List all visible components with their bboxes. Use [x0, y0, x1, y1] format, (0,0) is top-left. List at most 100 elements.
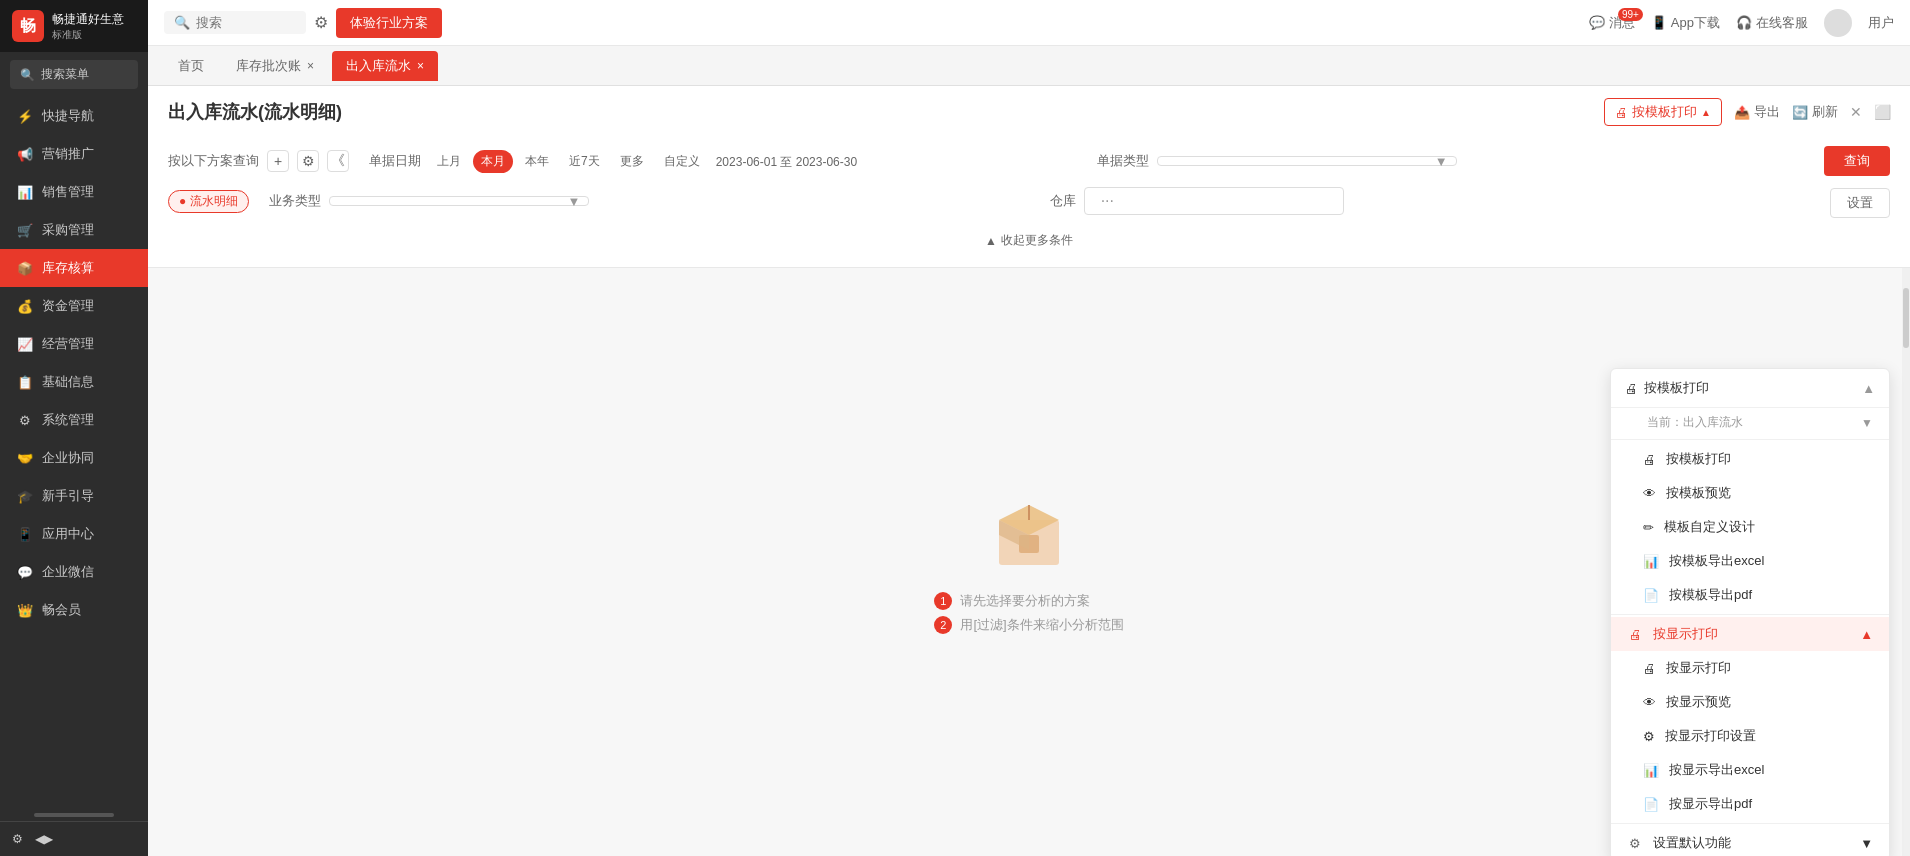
display-print-icon: 🖨 — [1643, 661, 1656, 676]
date-btn-this-month[interactable]: 本月 — [473, 150, 513, 173]
sidebar-item-enterprise[interactable]: 🤝 企业协同 — [0, 439, 148, 477]
settings-condition-btn[interactable]: ⚙ — [297, 150, 319, 172]
collapse-label: 收起更多条件 — [1001, 232, 1073, 249]
sales-icon: 📊 — [16, 183, 34, 201]
sidebar-item-finance[interactable]: 💰 资金管理 — [0, 287, 148, 325]
date-btn-7days[interactable]: 近7天 — [561, 150, 608, 173]
customer-service-btn[interactable]: 🎧 在线客服 — [1736, 14, 1808, 32]
collapse-sidebar-btn[interactable]: ◀▶ — [35, 832, 53, 846]
nav-label-basic: 基础信息 — [42, 373, 94, 391]
sidebar-item-system[interactable]: ⚙ 系统管理 — [0, 401, 148, 439]
industry-solution-btn[interactable]: 体验行业方案 — [336, 8, 442, 38]
business-type-select[interactable]: ▼ — [329, 196, 589, 206]
type-select[interactable]: ▼ — [1157, 156, 1457, 166]
empty-illustration — [984, 490, 1074, 580]
sidebar-item-marketing[interactable]: 📢 营销推广 — [0, 135, 148, 173]
dropdown-item-template-design[interactable]: ✏ 模板自定义设计 — [1611, 510, 1889, 544]
sidebar-search-wrapper[interactable]: 🔍 搜索菜单 — [0, 52, 148, 97]
window-close-btn[interactable]: ✕ — [1850, 104, 1866, 120]
sidebar-item-sales[interactable]: 📊 销售管理 — [0, 173, 148, 211]
tab-batch-close[interactable]: × — [307, 59, 314, 73]
set-button[interactable]: 设置 — [1830, 188, 1890, 218]
date-field-group: 单据日期 上月 本月 本年 近7天 更多 自定义 2023-06-01 至 20… — [369, 150, 1077, 173]
dropdown-display-header[interactable]: 🖨 按显示打印 ▲ — [1611, 617, 1889, 651]
tab-flow-close[interactable]: × — [417, 59, 424, 73]
step-num-2: 2 — [934, 616, 952, 634]
tab-inventory-flow[interactable]: 出入库流水 × — [332, 51, 438, 81]
sidebar-item-basic[interactable]: 📋 基础信息 — [0, 363, 148, 401]
topbar-search-box[interactable]: 🔍 — [164, 11, 306, 34]
template-print-label: 按模板打印 — [1666, 450, 1731, 468]
notification-btn[interactable]: 💬 消息 99+ — [1589, 14, 1635, 32]
sidebar-item-inventory[interactable]: 📦 库存核算 — [0, 249, 148, 287]
dropdown-item-display-excel[interactable]: 📊 按显示导出excel — [1611, 753, 1889, 787]
dropdown-item-template-pdf[interactable]: 📄 按模板导出pdf — [1611, 578, 1889, 612]
sidebar-item-operations[interactable]: 📈 经营管理 — [0, 325, 148, 363]
warehouse-label: 仓库 — [1050, 192, 1076, 210]
settings-bottom-btn[interactable]: ⚙ — [12, 832, 23, 846]
warehouse-more-btn[interactable]: ··· — [1101, 192, 1114, 210]
print-template-btn[interactable]: 🖨 按模板打印 ▲ — [1604, 98, 1722, 126]
date-btn-more[interactable]: 更多 — [612, 150, 652, 173]
member-icon: 👑 — [16, 601, 34, 619]
collapse-condition-btn[interactable]: 《 — [327, 150, 349, 172]
phone-icon: 📱 — [1651, 15, 1667, 30]
display-print-label: 按显示打印 — [1666, 659, 1731, 677]
sidebar-item-member[interactable]: 👑 畅会员 — [0, 591, 148, 629]
type-select-arrow: ▼ — [1435, 154, 1448, 169]
active-tag[interactable]: ● 流水明细 — [168, 190, 249, 213]
query-button[interactable]: 查询 — [1824, 146, 1890, 176]
scrollbar-thumb — [1903, 288, 1909, 348]
dropdown-item-default-settings[interactable]: ⚙ 设置默认功能 ▼ — [1611, 826, 1889, 856]
default-settings-label: 设置默认功能 — [1653, 834, 1731, 852]
refresh-label: 刷新 — [1812, 103, 1838, 121]
nav-label-purchase: 采购管理 — [42, 221, 94, 239]
nav-label-marketing: 营销推广 — [42, 145, 94, 163]
topbar-search-input[interactable] — [196, 15, 296, 30]
sidebar-item-purchase[interactable]: 🛒 采购管理 — [0, 211, 148, 249]
display-settings-icon: ⚙ — [1643, 729, 1655, 744]
notification-badge: 99+ — [1618, 8, 1643, 21]
app-download-btn[interactable]: 📱 App下载 — [1651, 14, 1720, 32]
topbar-gear-btn[interactable]: ⚙ — [314, 13, 328, 32]
collapse-more-btn[interactable]: ▲ 收起更多条件 — [985, 232, 1073, 249]
dropdown-up-arrow[interactable]: ▲ — [1862, 381, 1875, 396]
display-header-arrow: ▲ — [1860, 627, 1873, 642]
template-pdf-icon: 📄 — [1643, 588, 1659, 603]
dropdown-item-display-preview[interactable]: 👁 按显示预览 — [1611, 685, 1889, 719]
template-design-label: 模板自定义设计 — [1664, 518, 1755, 536]
export-btn[interactable]: 📤 导出 — [1734, 103, 1780, 121]
sidebar-item-shortcut[interactable]: ⚡ 快捷导航 — [0, 97, 148, 135]
date-btn-this-year[interactable]: 本年 — [517, 150, 557, 173]
refresh-btn[interactable]: 🔄 刷新 — [1792, 103, 1838, 121]
content-area: 1 请先选择要分析的方案 2 用[过滤]条件来缩小分析范围 🖨 按模板打印 ▲ — [148, 268, 1910, 856]
sidebar-item-guide[interactable]: 🎓 新手引导 — [0, 477, 148, 515]
dropdown-item-display-pdf[interactable]: 📄 按显示导出pdf — [1611, 787, 1889, 821]
tab-batch-account[interactable]: 库存批次账 × — [222, 51, 328, 81]
add-condition-btn[interactable]: + — [267, 150, 289, 172]
dropdown-item-template-print[interactable]: 🖨 按模板打印 — [1611, 442, 1889, 476]
operations-icon: 📈 — [16, 335, 34, 353]
sidebar-item-wechat[interactable]: 💬 企业微信 — [0, 553, 148, 591]
page-header: 出入库流水(流水明细) 🖨 按模板打印 ▲ 📤 导出 🔄 刷新 ✕ — [148, 86, 1910, 134]
right-scrollbar[interactable] — [1902, 268, 1910, 856]
tab-home[interactable]: 首页 — [164, 51, 218, 81]
business-type-label: 业务类型 — [269, 192, 321, 210]
dropdown-item-template-preview[interactable]: 👁 按模板预览 — [1611, 476, 1889, 510]
template-preview-label: 按模板预览 — [1666, 484, 1731, 502]
export-icon: 📤 — [1734, 105, 1750, 120]
set-btns: 设置 — [1830, 184, 1890, 218]
search-menu-btn[interactable]: 🔍 搜索菜单 — [10, 60, 138, 89]
dropdown-item-display-settings[interactable]: ⚙ 按显示打印设置 — [1611, 719, 1889, 753]
sidebar-item-app[interactable]: 📱 应用中心 — [0, 515, 148, 553]
window-maximize-btn[interactable]: ⬜ — [1874, 104, 1890, 120]
dropdown-item-display-print[interactable]: 🖨 按显示打印 — [1611, 651, 1889, 685]
user-avatar[interactable] — [1824, 9, 1852, 37]
date-btn-last-month[interactable]: 上月 — [429, 150, 469, 173]
print-chevron-icon: ▲ — [1701, 107, 1711, 118]
dropdown-item-template-excel[interactable]: 📊 按模板导出excel — [1611, 544, 1889, 578]
warehouse-select[interactable]: ··· — [1084, 187, 1344, 215]
search-row-2: ● 流水明细 业务类型 ▼ 仓库 ··· 设置 — [168, 184, 1890, 218]
date-btn-custom[interactable]: 自定义 — [656, 150, 708, 173]
basic-icon: 📋 — [16, 373, 34, 391]
